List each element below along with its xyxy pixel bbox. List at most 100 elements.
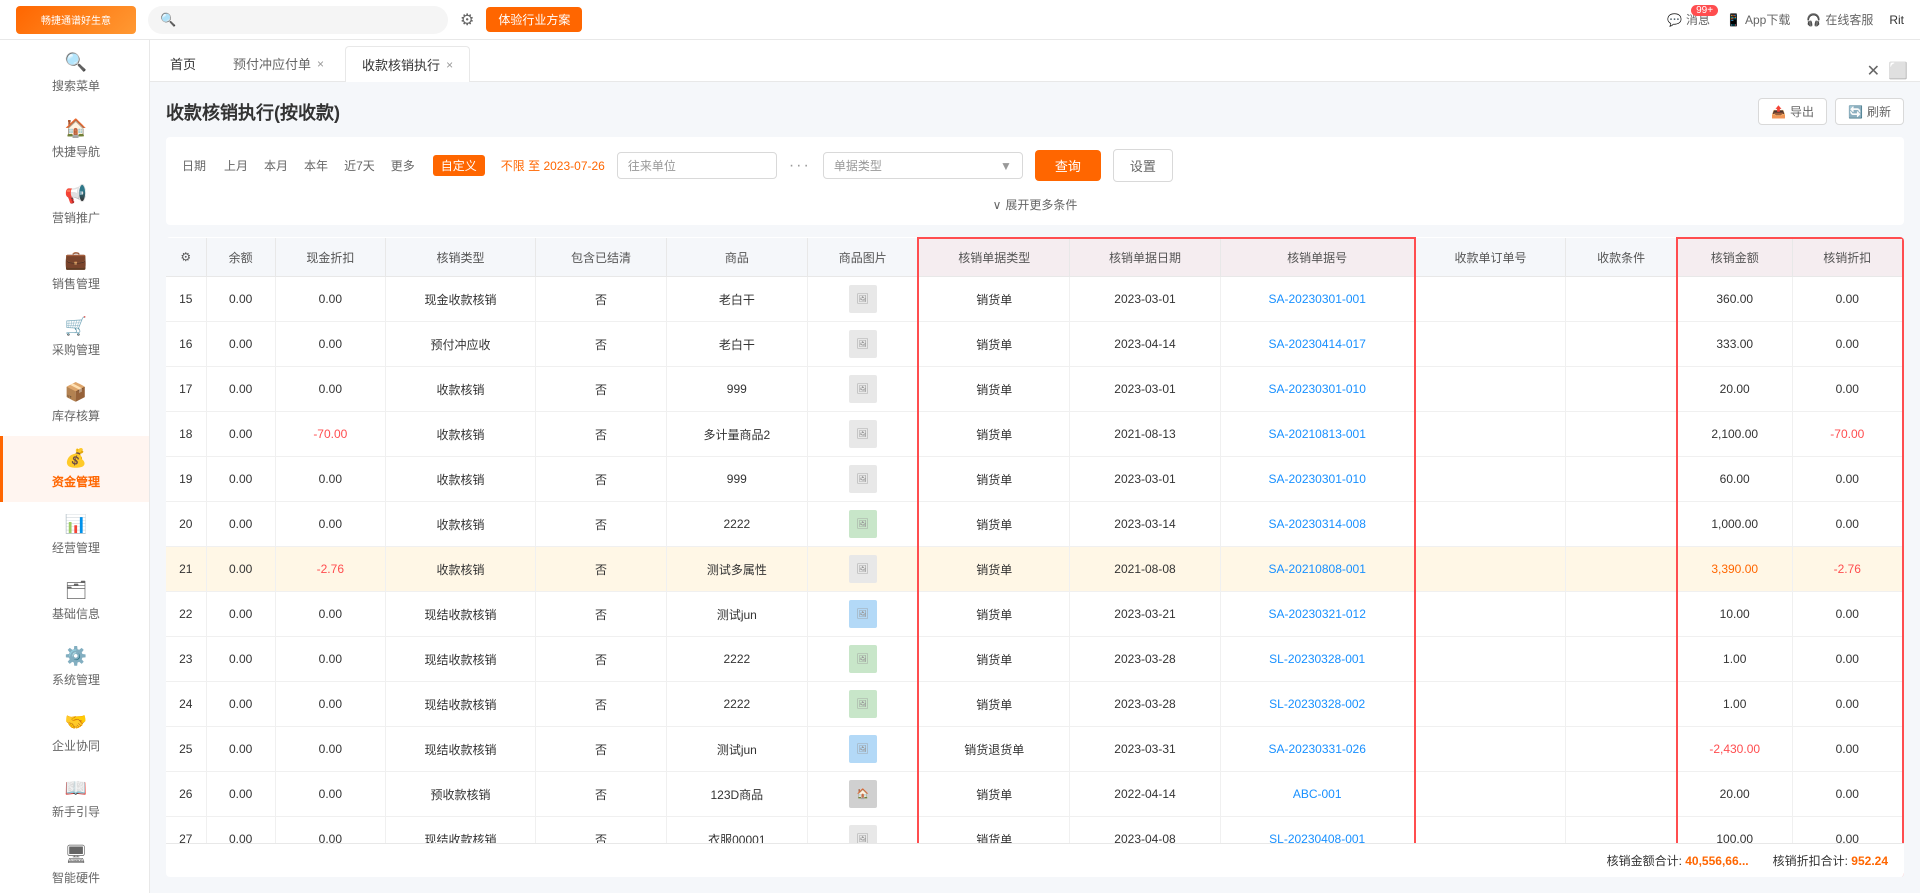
- page-actions: 📤 导出 🔄 刷新: [1758, 98, 1904, 125]
- goods-image: 🖼: [849, 555, 877, 583]
- cell-writeoff-voucher-type: 销货单: [918, 772, 1069, 817]
- writeoff-no-link[interactable]: SL-20230328-002: [1269, 697, 1365, 711]
- cell-writeoff-no: SA-20230301-010: [1220, 457, 1414, 502]
- cell-writeoff-amount: 1.00: [1677, 637, 1792, 682]
- writeoff-no-link[interactable]: SA-20230314-008: [1268, 517, 1365, 531]
- refresh-button[interactable]: 🔄 刷新: [1835, 98, 1904, 125]
- cell-writeoff-voucher-type: 销货单: [918, 682, 1069, 727]
- data-table: ⚙ 余额 现金折扣 核销类型 包含已结清 商品 商品图片 核销单据类型 核销单据…: [166, 237, 1904, 877]
- tab-home[interactable]: 首页: [154, 45, 212, 81]
- date-custom-btn[interactable]: 自定义: [433, 155, 485, 176]
- sidebar-item-marketing[interactable]: 📢 营销推广: [0, 172, 149, 238]
- sidebar-item-search[interactable]: 🔍 搜索菜单: [0, 40, 149, 106]
- writeoff-no-link[interactable]: SA-20230301-001: [1268, 292, 1365, 306]
- sidebar-item-sales[interactable]: 💼 销售管理: [0, 238, 149, 304]
- cell-goods: 2222: [666, 502, 808, 547]
- cell-goods-img: 🖼: [808, 367, 919, 412]
- cell-goods-img: 🖼: [808, 727, 919, 772]
- app-download-action[interactable]: 📱 App下载: [1726, 11, 1790, 28]
- message-action[interactable]: 💬 消息 99+: [1667, 11, 1710, 28]
- date-btn-7days[interactable]: 近7天: [338, 155, 381, 176]
- goods-image: 🖼: [849, 330, 877, 358]
- cell-writeoff-type: 收款核销: [385, 502, 536, 547]
- expand-tab-icon[interactable]: ⬜: [1888, 61, 1908, 81]
- sidebar-label-purchase: 采购管理: [52, 341, 100, 358]
- sidebar-item-inventory[interactable]: 📦 库存核算: [0, 370, 149, 436]
- expand-row: ∨ 展开更多条件: [182, 196, 1888, 213]
- cell-writeoff-no: SA-20230301-001: [1220, 277, 1414, 322]
- cell-balance: 0.00: [206, 547, 275, 592]
- cell-writeoff-discount: 0.00: [1792, 502, 1903, 547]
- col-header-gear[interactable]: ⚙: [166, 238, 206, 277]
- setting-button[interactable]: 设置: [1113, 149, 1173, 182]
- sidebar-item-guide[interactable]: 📖 新手引导: [0, 766, 149, 832]
- sidebar-item-operations[interactable]: 📊 经营管理: [0, 502, 149, 568]
- solution-button[interactable]: 体验行业方案: [486, 7, 582, 32]
- cell-goods-img: 🖼: [808, 322, 919, 367]
- date-btn-last-month[interactable]: 上月: [218, 155, 254, 176]
- from-unit-input[interactable]: 往来单位: [617, 152, 777, 179]
- cell-receipt-condition: [1566, 592, 1677, 637]
- writeoff-no-link[interactable]: SA-20230331-026: [1268, 742, 1365, 756]
- sidebar-label-quicknav: 快捷导航: [52, 143, 100, 160]
- sidebar-item-system[interactable]: ⚙️ 系统管理: [0, 634, 149, 700]
- writeoff-no-link[interactable]: SA-20210813-001: [1268, 427, 1365, 441]
- cell-row-num: 17: [166, 367, 206, 412]
- top-search-bar[interactable]: 🔍: [148, 6, 448, 34]
- megaphone-icon: 📢: [65, 184, 87, 205]
- sidebar-item-finance[interactable]: 💰 资金管理: [0, 436, 149, 502]
- cell-writeoff-date: 2023-03-21: [1070, 592, 1221, 637]
- date-btn-this-month[interactable]: 本月: [258, 155, 294, 176]
- writeoff-no-link[interactable]: SA-20210808-001: [1268, 562, 1365, 576]
- sidebar-item-cooperation[interactable]: 🤝 企业协同: [0, 700, 149, 766]
- sidebar-item-purchase[interactable]: 🛒 采购管理: [0, 304, 149, 370]
- query-button[interactable]: 查询: [1035, 150, 1101, 181]
- sidebar-item-quicknav[interactable]: 🏠 快捷导航: [0, 106, 149, 172]
- export-button[interactable]: 📤 导出: [1758, 98, 1827, 125]
- expand-conditions-btn[interactable]: ∨ 展开更多条件: [993, 196, 1078, 213]
- cell-row-num: 15: [166, 277, 206, 322]
- goods-image: 🏠: [849, 780, 877, 808]
- writeoff-no-link[interactable]: SA-20230301-010: [1268, 382, 1365, 396]
- writeoff-no-link[interactable]: SL-20230328-001: [1269, 652, 1365, 666]
- cell-writeoff-type: 收款核销: [385, 547, 536, 592]
- voucher-type-select[interactable]: 单据类型 ▼: [823, 152, 1023, 179]
- cell-writeoff-amount: 2,100.00: [1677, 412, 1792, 457]
- writeoff-no-link[interactable]: SA-20230301-010: [1268, 472, 1365, 486]
- date-btn-this-year[interactable]: 本年: [298, 155, 334, 176]
- sidebar-item-basicinfo[interactable]: 🗂 基础信息: [0, 568, 149, 634]
- sidebar-label-finance: 资金管理: [52, 473, 100, 490]
- date-btn-more[interactable]: 更多: [385, 155, 421, 176]
- cell-balance: 0.00: [206, 727, 275, 772]
- online-service-action[interactable]: 🎧 在线客服: [1806, 11, 1873, 28]
- writeoff-no-link[interactable]: SA-20230321-012: [1268, 607, 1365, 621]
- cell-receipt-order: [1415, 592, 1566, 637]
- tab-receivable[interactable]: 收款核销执行 ×: [345, 46, 470, 82]
- table-row: 26 0.00 0.00 预收款核销 否 123D商品 🏠 销货单 2022-0…: [166, 772, 1903, 817]
- cell-writeoff-discount: 0.00: [1792, 322, 1903, 367]
- tab-prepay[interactable]: 预付冲应付单 ×: [216, 45, 341, 81]
- goods-image: 🖼: [849, 600, 877, 628]
- settings-icon[interactable]: ⚙: [460, 10, 474, 30]
- prepay-tab-close[interactable]: ×: [317, 57, 324, 71]
- cell-receipt-order: [1415, 367, 1566, 412]
- cell-cash-discount: 0.00: [275, 772, 385, 817]
- main-area: 首页 预付冲应付单 × 收款核销执行 × ✕ ⬜ 收款核销执行(按收款): [150, 40, 1920, 893]
- cell-goods: 测试jun: [666, 592, 808, 637]
- close-tab-icon[interactable]: ✕: [1867, 61, 1880, 81]
- cell-cash-discount: 0.00: [275, 727, 385, 772]
- search-input[interactable]: [182, 13, 436, 27]
- refresh-icon: 🔄: [1848, 105, 1863, 119]
- writeoff-no-link[interactable]: ABC-001: [1293, 787, 1342, 801]
- cell-writeoff-discount: 0.00: [1792, 592, 1903, 637]
- cell-writeoff-discount: 0.00: [1792, 637, 1903, 682]
- receivable-tab-close[interactable]: ×: [446, 58, 453, 72]
- cell-writeoff-date: 2023-03-28: [1070, 682, 1221, 727]
- cell-include-settled: 否: [536, 592, 666, 637]
- table-row: 15 0.00 0.00 现金收款核销 否 老白干 🖼 销货单 2023-03-…: [166, 277, 1903, 322]
- cell-goods-img: 🖼: [808, 502, 919, 547]
- sidebar-item-hardware[interactable]: 🖥 智能硬件: [0, 832, 149, 893]
- writeoff-no-link[interactable]: SA-20230414-017: [1268, 337, 1365, 351]
- cell-writeoff-date: 2022-04-14: [1070, 772, 1221, 817]
- user-area[interactable]: Rit: [1889, 13, 1904, 27]
